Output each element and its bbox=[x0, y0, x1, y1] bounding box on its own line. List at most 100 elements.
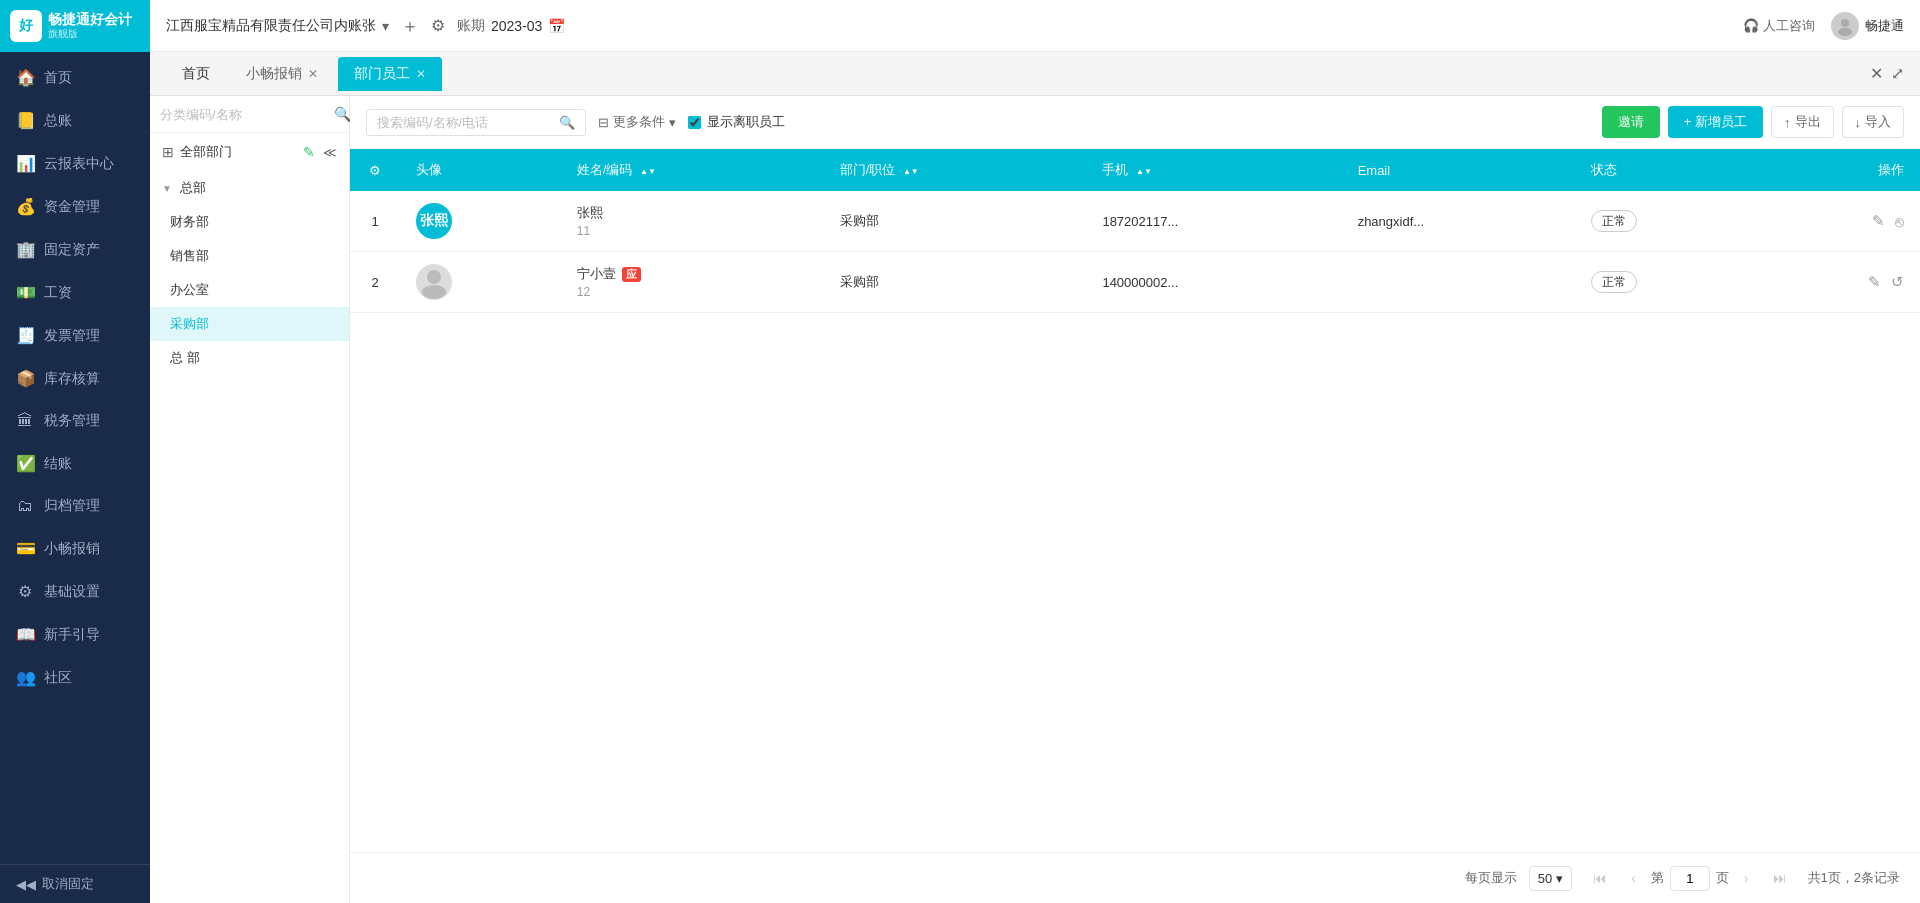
company-dropdown-icon[interactable]: ▾ bbox=[382, 18, 389, 34]
sidebar-item-funds[interactable]: 💰 资金管理 bbox=[0, 185, 150, 228]
dept-label: 采购部 bbox=[170, 315, 209, 333]
last-page-button[interactable]: ⏭ bbox=[1764, 865, 1796, 891]
first-page-button[interactable]: ⏮ bbox=[1584, 865, 1616, 891]
show-resigned-checkbox[interactable]: 显示离职员工 bbox=[688, 113, 785, 131]
row-email-cell bbox=[1342, 252, 1575, 313]
next-page-button[interactable]: › bbox=[1735, 865, 1758, 891]
sidebar-item-inventory[interactable]: 📦 库存核算 bbox=[0, 357, 150, 400]
export-label: 导出 bbox=[1795, 113, 1821, 131]
sidebar-item-tax[interactable]: 🏛 税务管理 bbox=[0, 400, 150, 442]
grid-icon: ⊞ bbox=[162, 144, 174, 160]
add-company-icon[interactable]: ＋ bbox=[401, 14, 419, 38]
company-settings-icon[interactable]: ⚙ bbox=[431, 16, 445, 35]
page-size-dropdown-icon: ▾ bbox=[1556, 871, 1563, 886]
svg-point-0 bbox=[1841, 19, 1849, 27]
page-size-select[interactable]: 50 ▾ bbox=[1529, 866, 1572, 891]
cancel-fixed-button[interactable]: ◀◀ 取消固定 bbox=[16, 875, 134, 893]
tab-home[interactable]: 首页 bbox=[166, 57, 226, 91]
dept-item-zongbu[interactable]: 总 部 bbox=[150, 341, 349, 375]
show-resigned-input[interactable] bbox=[688, 116, 701, 129]
employee-name: 张熙 bbox=[577, 204, 808, 222]
employee-panel: 🔍 ⊟ 更多条件 ▾ 显示离职员工 邀请 + 新增员工 ↑ 导出 bbox=[350, 96, 1920, 903]
period-selector[interactable]: 账期 2023-03 📅 bbox=[457, 17, 565, 35]
dept-collapse-icon[interactable]: ≪ bbox=[323, 145, 337, 160]
page-label: 页 bbox=[1716, 869, 1729, 887]
employee-code: 12 bbox=[577, 285, 808, 299]
dept-label: 财务部 bbox=[170, 213, 209, 231]
edit-button[interactable]: ✎ bbox=[1868, 273, 1881, 291]
sidebar-item-community[interactable]: 👥 社区 bbox=[0, 656, 150, 699]
export-button[interactable]: ↑ 导出 bbox=[1771, 106, 1834, 138]
dept-arrow-icon: ▼ bbox=[162, 183, 172, 194]
employee-table: ⚙ 头像 姓名/编码 ▲▼ 部门/职位 ▲▼ 手机 bbox=[350, 149, 1920, 313]
expand-window-icon[interactable]: ⤢ bbox=[1891, 64, 1904, 83]
sidebar-item-reports[interactable]: 📊 云报表中心 bbox=[0, 142, 150, 185]
user-menu[interactable]: 畅捷通 bbox=[1831, 12, 1904, 40]
calendar-icon[interactable]: 📅 bbox=[548, 18, 565, 34]
employee-search-input[interactable] bbox=[377, 115, 553, 130]
col-dept[interactable]: 部门/职位 ▲▼ bbox=[824, 149, 1087, 191]
search-icon[interactable]: 🔍 bbox=[559, 115, 575, 130]
sidebar-item-payroll[interactable]: 💵 工资 bbox=[0, 271, 150, 314]
sidebar-item-archive[interactable]: 🗂 归档管理 bbox=[0, 485, 150, 527]
main-area: 江西服宝精品有限责任公司内账张 ▾ ＋ ⚙ 账期 2023-03 📅 🎧 人工咨… bbox=[150, 0, 1920, 903]
svg-point-3 bbox=[422, 285, 446, 299]
page-nav: ⏮ ‹ 第 页 › ⏭ bbox=[1584, 865, 1795, 891]
tab-expense[interactable]: 小畅报销 ✕ bbox=[230, 57, 334, 91]
sidebar-item-ledger[interactable]: 📒 总账 bbox=[0, 99, 150, 142]
dept-item-office[interactable]: 办公室 bbox=[150, 273, 349, 307]
dept-search-input[interactable] bbox=[160, 107, 328, 122]
filter-button[interactable]: ⊟ 更多条件 ▾ bbox=[598, 113, 676, 131]
prev-page-button[interactable]: ‹ bbox=[1622, 865, 1645, 891]
sidebar-item-expense[interactable]: 💳 小畅报销 bbox=[0, 527, 150, 570]
col-avatar: 头像 bbox=[400, 149, 561, 191]
logout-button[interactable]: ⎋ bbox=[1895, 213, 1904, 230]
row-action-cell: ✎ ⎋ bbox=[1759, 191, 1920, 252]
edit-button[interactable]: ✎ bbox=[1872, 212, 1885, 230]
close-window-icon[interactable]: ✕ bbox=[1870, 64, 1883, 83]
table-header-row: ⚙ 头像 姓名/编码 ▲▼ 部门/职位 ▲▼ 手机 bbox=[350, 149, 1920, 191]
sidebar-item-guide[interactable]: 📖 新手引导 bbox=[0, 613, 150, 656]
name-label: 宁小壹 bbox=[577, 265, 616, 283]
refresh-button[interactable]: ↺ bbox=[1891, 273, 1904, 291]
header-right: 🎧 人工咨询 畅捷通 bbox=[1743, 12, 1904, 40]
archive-icon: 🗂 bbox=[16, 497, 34, 515]
col-email: Email bbox=[1342, 149, 1575, 191]
tab-right-controls: ✕ ⤢ bbox=[1870, 64, 1904, 83]
col-name[interactable]: 姓名/编码 ▲▼ bbox=[561, 149, 824, 191]
dept-edit-icon[interactable]: ✎ bbox=[303, 144, 315, 160]
sidebar-item-settings[interactable]: ⚙ 基础设置 bbox=[0, 570, 150, 613]
company-selector[interactable]: 江西服宝精品有限责任公司内账张 ▾ bbox=[166, 17, 389, 35]
sidebar-item-label: 结账 bbox=[44, 455, 72, 473]
filter-icon: ⊟ bbox=[598, 115, 609, 130]
show-resigned-label: 显示离职员工 bbox=[707, 113, 785, 131]
add-employee-button[interactable]: + 新增员工 bbox=[1668, 106, 1763, 138]
sidebar-item-invoice[interactable]: 🧾 发票管理 bbox=[0, 314, 150, 357]
invite-button[interactable]: 邀请 bbox=[1602, 106, 1660, 138]
dept-item-finance[interactable]: 财务部 bbox=[150, 205, 349, 239]
sidebar-item-closing[interactable]: ✅ 结账 bbox=[0, 442, 150, 485]
row-email-cell: zhangxidf... bbox=[1342, 191, 1575, 252]
page-size-label: 每页显示 bbox=[1465, 869, 1517, 887]
sidebar-item-label: 社区 bbox=[44, 669, 72, 687]
table-header: ⚙ 头像 姓名/编码 ▲▼ 部门/职位 ▲▼ 手机 bbox=[350, 149, 1920, 191]
avatar: 张熙 bbox=[416, 203, 452, 239]
status-badge: 正常 bbox=[1591, 271, 1637, 293]
col-settings[interactable]: ⚙ bbox=[350, 149, 400, 191]
page-input-field[interactable] bbox=[1670, 866, 1710, 891]
tab-expense-close-icon[interactable]: ✕ bbox=[308, 67, 318, 81]
tab-department[interactable]: 部门员工 ✕ bbox=[338, 57, 442, 91]
sidebar-item-label: 资金管理 bbox=[44, 198, 100, 216]
sidebar-item-home[interactable]: 🏠 首页 bbox=[0, 56, 150, 99]
support-button[interactable]: 🎧 人工咨询 bbox=[1743, 17, 1815, 35]
import-button[interactable]: ↓ 导入 bbox=[1842, 106, 1905, 138]
tab-department-close-icon[interactable]: ✕ bbox=[416, 67, 426, 81]
dept-search-icon[interactable]: 🔍 bbox=[334, 106, 351, 122]
col-phone[interactable]: 手机 ▲▼ bbox=[1086, 149, 1341, 191]
dept-item-purchasing[interactable]: 采购部 bbox=[150, 307, 349, 341]
sidebar-item-assets[interactable]: 🏢 固定资产 bbox=[0, 228, 150, 271]
dept-item-sales[interactable]: 销售部 bbox=[150, 239, 349, 273]
assets-icon: 🏢 bbox=[16, 240, 34, 259]
closing-icon: ✅ bbox=[16, 454, 34, 473]
all-dept-label[interactable]: ⊞ 全部部门 bbox=[162, 143, 295, 161]
